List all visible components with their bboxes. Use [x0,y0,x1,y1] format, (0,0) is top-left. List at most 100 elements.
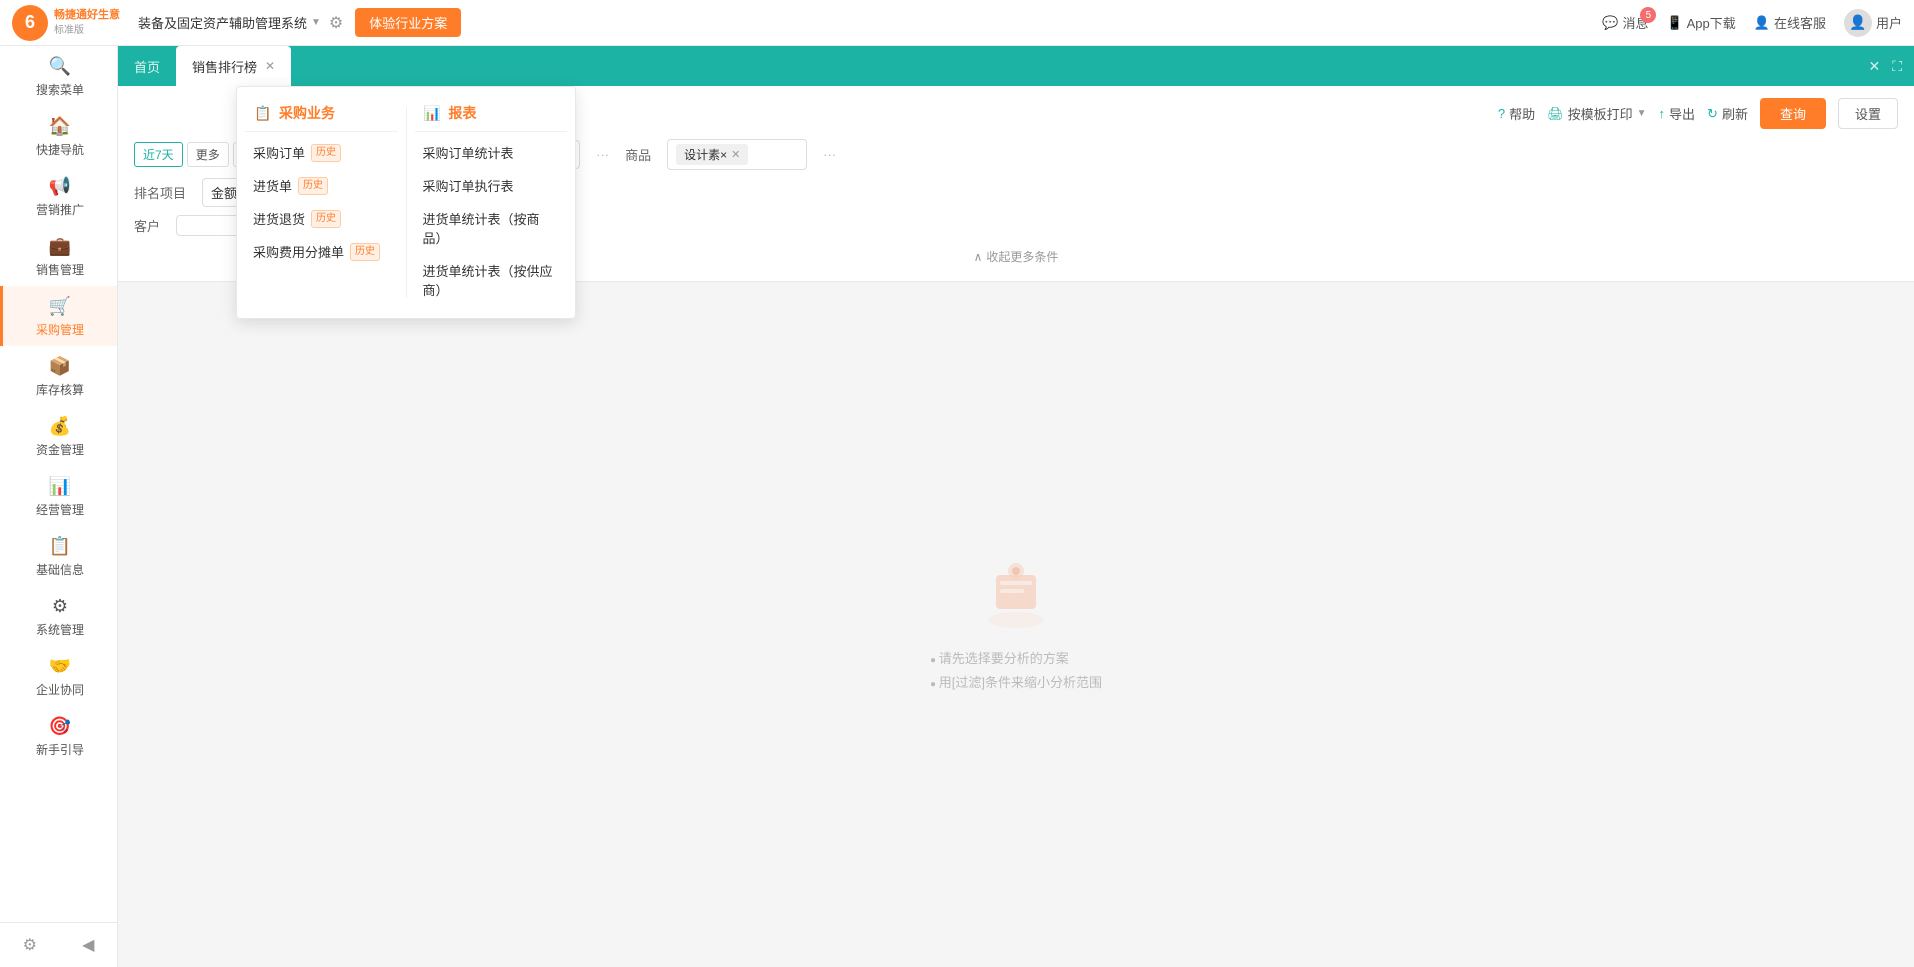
app-download-btn[interactable]: 📱 App下载 [1666,13,1735,32]
message-icon: 💬 [1602,15,1618,31]
help-btn[interactable]: ? 帮助 [1498,104,1535,123]
tabbar-right: ✕ ⛶ [1864,54,1914,79]
search-icon: 🔍 [49,56,71,77]
sidebar-item-purchase[interactable]: 🛒 采购管理 [0,286,117,346]
dropdown-report-header: 📊 报表 [415,99,568,132]
sidebar-item-basic-info[interactable]: 📋 基础信息 [0,526,117,586]
query-btn[interactable]: 查询 [1760,98,1826,129]
help-icon: ? [1498,106,1505,121]
sidebar-item-inventory[interactable]: 📦 库存核算 [0,346,117,406]
goods-label: 商品 [625,145,651,164]
user-btn[interactable]: 👤 用户 [1844,9,1902,37]
system-arrow-icon: ▼ [311,17,321,28]
print-arrow-icon: ▼ [1637,108,1647,119]
tab-home[interactable]: 首页 [118,46,176,86]
goods-tag-close-icon[interactable]: ✕ [731,148,740,161]
sidebar-settings-btn[interactable]: ⚙ [23,935,37,955]
sidebar-item-operation[interactable]: 📊 经营管理 [0,466,117,526]
history-badge-0: 历史 [311,144,341,162]
main-layout: 🔍 搜索菜单 🏠 快捷导航 📢 营销推广 💼 销售管理 🛒 采购管理 📦 库存核… [0,46,1914,967]
messages-btn[interactable]: 💬 消息 5 [1602,13,1648,32]
tab-expand-icon[interactable]: ⛶ [1888,54,1906,79]
industry-btn[interactable]: 体验行业方案 [355,8,461,37]
customer-label: 客户 [134,216,160,235]
logo-text: 畅捷通好生意 标准版 [54,8,120,37]
tab-close-all-icon[interactable]: ✕ [1864,54,1884,79]
cooperation-icon: 🤝 [49,656,71,677]
sidebar-item-quick-nav[interactable]: 🏠 快捷导航 [0,106,117,166]
settings-btn[interactable]: 设置 [1838,98,1898,129]
tabbar: 首页 销售排行榜 ✕ ✕ ⛶ [118,46,1914,86]
ranking-label: 排名项目 [134,183,186,202]
basic-info-icon: 📋 [49,536,71,557]
goods-input[interactable]: 设计素× ✕ [667,139,807,170]
dropdown-item-inbound-stat-supplier[interactable]: 进货单统计表（按供应商） [415,254,568,306]
export-btn[interactable]: ↑ 导出 [1659,104,1696,123]
dropdown-purchase-header: 📋 采购业务 [245,99,398,132]
dropdown-item-purchase-cost[interactable]: 采购费用分摊单 历史 [245,235,398,268]
dropdown-item-purchase-order-stat[interactable]: 采购订单统计表 [415,136,568,169]
period-7days-btn[interactable]: 近7天 [134,142,183,167]
report-col-icon: 📊 [423,103,443,123]
logo-icon: 6 [12,5,48,41]
topbar-right: 💬 消息 5 📱 App下载 👤 在线客服 👤 用户 [1602,9,1902,37]
print-btn[interactable]: 🖨 按模板打印 ▼ [1547,104,1646,123]
sales-icon: 💼 [49,236,71,257]
refresh-btn[interactable]: ↻ 刷新 [1707,104,1748,123]
tab-sales-ranking[interactable]: 销售排行榜 ✕ [176,46,291,86]
sidebar-item-sales[interactable]: 💼 销售管理 [0,226,117,286]
phone-icon: 📱 [1666,15,1682,31]
empty-tips: 请先选择要分析的方案 用[过滤]条件来缩小分析范围 [930,647,1102,694]
avatar: 👤 [1844,9,1872,37]
dropdown-report-col: 📊 报表 采购订单统计表 采购订单执行表 进货单统计表（按商品） 进货单统计表（… [407,99,576,306]
sidebar-item-capital[interactable]: 💰 资金管理 [0,406,117,466]
sidebar-item-search[interactable]: 🔍 搜索菜单 [0,46,117,106]
marketing-icon: 📢 [49,176,71,197]
sidebar-bottom: ⚙ ◀ [0,922,117,967]
system-name[interactable]: 装备及固定资产辅助管理系统 ▼ [138,13,321,32]
messages-badge: 5 [1640,7,1656,23]
content-area: 首页 销售排行榜 ✕ ✕ ⛶ ? 帮助 🖨 按模板打印 ▼ [118,46,1914,967]
operation-icon: 📊 [49,476,71,497]
service-icon: 👤 [1754,15,1770,31]
dropdown-item-inbound-return[interactable]: 进货退货 历史 [245,202,398,235]
tab-close-icon[interactable]: ✕ [265,59,275,73]
refresh-icon: ↻ [1707,106,1718,122]
online-service-btn[interactable]: 👤 在线客服 [1754,13,1826,32]
sidebar-item-marketing[interactable]: 📢 营销推广 [0,166,117,226]
empty-illustration [976,555,1056,635]
voucher-status-dots[interactable]: ··· [596,147,609,162]
empty-state: 请先选择要分析的方案 用[过滤]条件来缩小分析范围 [118,282,1914,967]
dropdown-item-inbound[interactable]: 进货单 历史 [245,169,398,202]
capital-icon: 💰 [49,416,71,437]
purchase-col-icon: 📋 [253,103,273,123]
sidebar-item-cooperation[interactable]: 🤝 企业协同 [0,646,117,706]
sidebar: 🔍 搜索菜单 🏠 快捷导航 📢 营销推广 💼 销售管理 🛒 采购管理 📦 库存核… [0,46,118,967]
sidebar-item-system[interactable]: ⚙ 系统管理 [0,586,117,646]
history-badge-1: 历史 [298,177,328,195]
collapse-btn[interactable]: ∧ 收起更多条件 [974,248,1059,265]
system-icon: ⚙ [52,596,68,617]
dropdown-menu: 📋 采购业务 采购订单 历史 进货单 历史 进货退货 历史 [236,86,576,319]
period-more-btn[interactable]: 更多 [187,142,229,167]
collapse-up-icon: ∧ [974,250,983,264]
topbar: 6 畅捷通好生意 标准版 装备及固定资产辅助管理系统 ▼ ⚙ 体验行业方案 💬 … [0,0,1914,46]
guide-icon: 🎯 [49,716,71,737]
sidebar-item-guide[interactable]: 🎯 新手引导 [0,706,117,766]
dropdown-item-purchase-order-exec[interactable]: 采购订单执行表 [415,169,568,202]
inventory-icon: 📦 [49,356,71,377]
home-icon: 🏠 [49,116,71,137]
history-badge-2: 历史 [311,210,341,228]
logo: 6 畅捷通好生意 标准版 [12,5,130,41]
goods-tag: 设计素× ✕ [676,144,748,165]
dropdown-item-inbound-stat-goods[interactable]: 进货单统计表（按商品） [415,202,568,254]
settings-icon[interactable]: ⚙ [329,13,343,33]
print-icon: 🖨 [1547,106,1564,122]
dropdown-purchase-col: 📋 采购业务 采购订单 历史 进货单 历史 进货退货 历史 [237,99,406,306]
history-badge-3: 历史 [350,243,380,261]
sidebar-collapse-btn[interactable]: ◀ [82,935,94,955]
goods-dots[interactable]: ··· [823,147,836,162]
export-icon: ↑ [1659,106,1666,121]
purchase-icon: 🛒 [49,296,71,317]
dropdown-item-purchase-order[interactable]: 采购订单 历史 [245,136,398,169]
